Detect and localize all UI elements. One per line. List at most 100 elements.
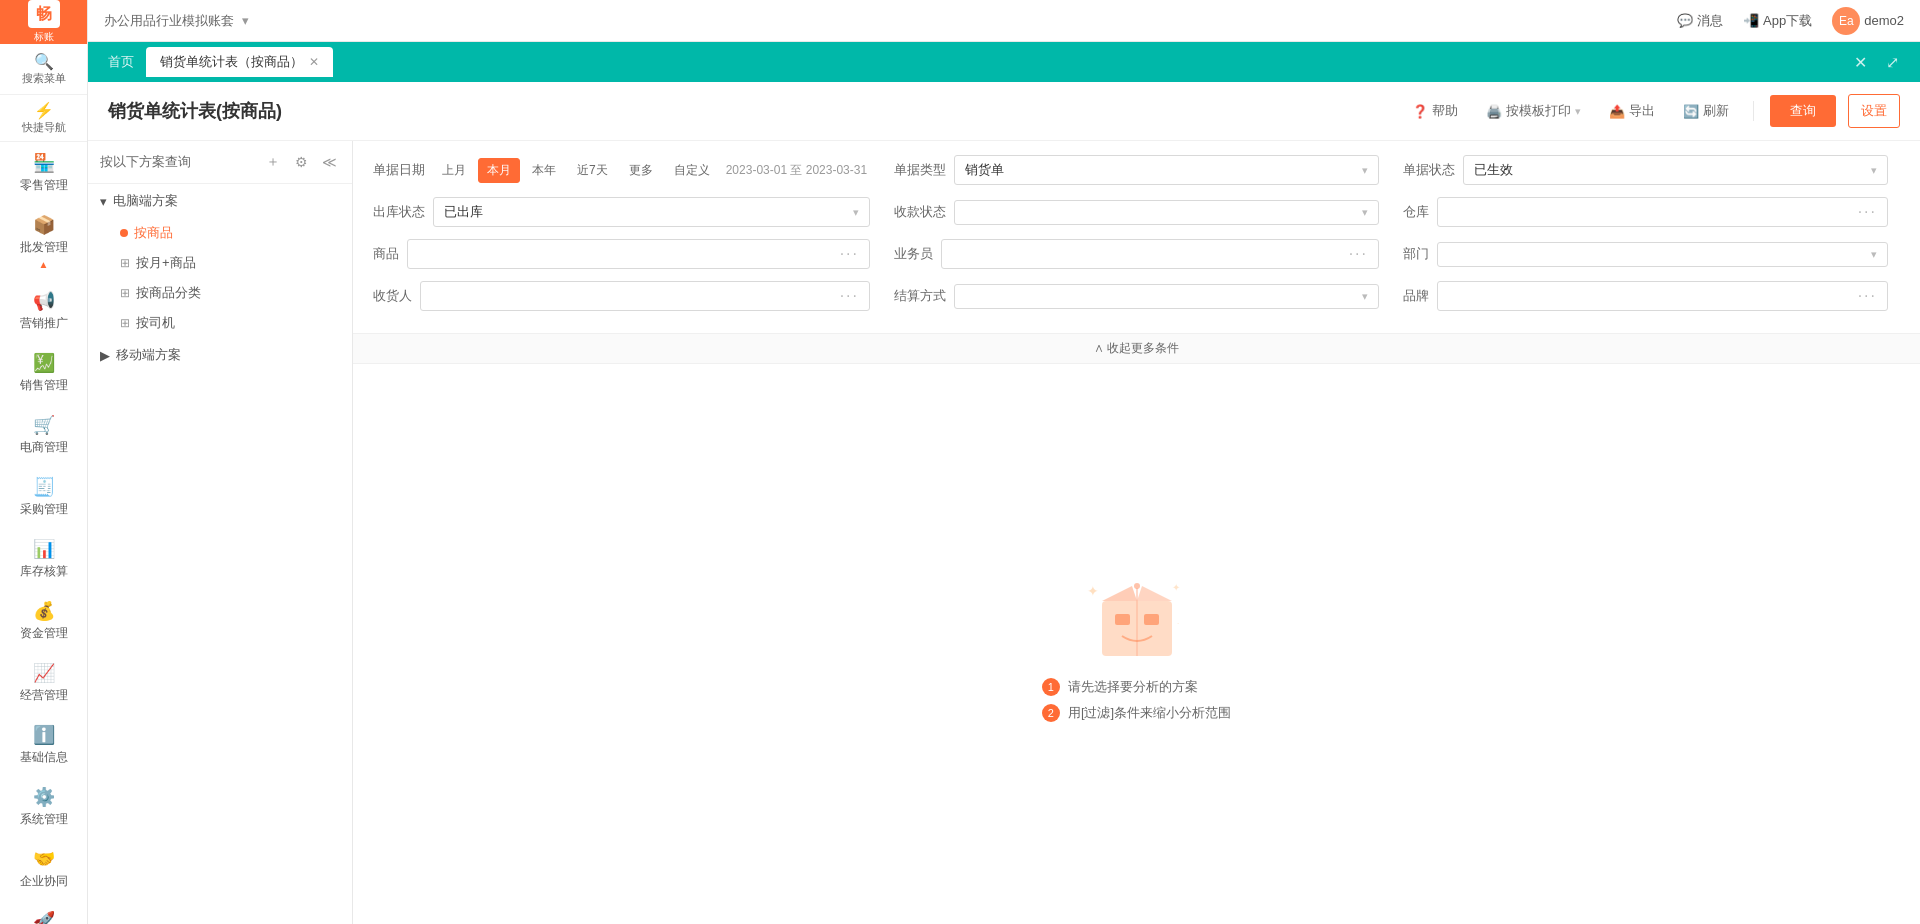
- inventory-icon: 📊: [33, 538, 55, 560]
- warehouse-label: 仓库: [1403, 203, 1429, 221]
- collapse-bar[interactable]: ∧ 收起更多条件: [353, 334, 1920, 364]
- svg-rect-3: [1144, 614, 1159, 625]
- sidebar-item-newbie[interactable]: 🚀 新手引导: [0, 900, 87, 924]
- doc-type-select[interactable]: 销货单 ▾: [954, 155, 1379, 185]
- tree-child-by-month-product[interactable]: ⊞ 按月+商品: [88, 248, 352, 278]
- add-scheme-btn[interactable]: ＋: [262, 151, 284, 173]
- sidebar-item-system[interactable]: ⚙️ 系统管理: [0, 776, 87, 838]
- sidebar-item-ecommerce[interactable]: 🛒 电商管理: [0, 404, 87, 466]
- product-input[interactable]: ···: [407, 239, 870, 269]
- app-download-btn[interactable]: 📲 App下载: [1743, 12, 1812, 30]
- page-title: 销货单统计表(按商品): [108, 99, 282, 135]
- date-pill-last7[interactable]: 近7天: [568, 158, 617, 183]
- date-pill-last-month[interactable]: 上月: [433, 158, 475, 183]
- marketing-icon: 📢: [33, 290, 55, 312]
- sidebar-item-basic[interactable]: ℹ️ 基础信息: [0, 714, 87, 776]
- receiver-input[interactable]: ···: [420, 281, 870, 311]
- sidebar-item-finance[interactable]: 💰 资金管理: [0, 590, 87, 652]
- svg-text:✦: ✦: [1172, 582, 1180, 593]
- quick-nav-label: 快捷导航: [0, 120, 87, 135]
- salesperson-input[interactable]: ···: [941, 239, 1379, 269]
- query-btn[interactable]: 查询: [1770, 95, 1836, 127]
- settings-scheme-btn[interactable]: ⚙: [290, 151, 312, 173]
- date-pill-this-month[interactable]: 本月: [478, 158, 520, 183]
- finance-icon: 💰: [33, 600, 55, 622]
- tree-child-by-cashier[interactable]: ⊞ 按司机: [88, 308, 352, 338]
- search-menu-item[interactable]: 🔍 搜索菜单: [0, 44, 87, 95]
- sidebar-item-wholesale[interactable]: 📦 批发管理 ▲: [0, 204, 87, 280]
- message-btn[interactable]: 💬 消息: [1677, 12, 1723, 30]
- help-btn[interactable]: ❓ 帮助: [1404, 98, 1466, 124]
- out-status-select[interactable]: 已出库 ▾: [433, 197, 870, 227]
- doc-type-label: 单据类型: [894, 161, 946, 179]
- filter-area: 单据日期 上月 本月 本年 近7天 更多 自定义 2023-03-01 至 20…: [353, 141, 1920, 334]
- sidebar-item-inventory[interactable]: 📊 库存核算: [0, 528, 87, 590]
- collapse-panel-btn[interactable]: ≪: [318, 151, 340, 173]
- tree-parent-mobile[interactable]: ▶ 移动端方案: [88, 338, 352, 372]
- ecommerce-icon: 🛒: [33, 414, 55, 436]
- by-cashier-label: 按司机: [136, 314, 175, 332]
- brand-input[interactable]: ···: [1437, 281, 1888, 311]
- sidebar-item-operations[interactable]: 📈 经营管理: [0, 652, 87, 714]
- app-logo[interactable]: 畅 标账: [0, 0, 88, 44]
- pay-status-select[interactable]: ▾: [954, 200, 1379, 225]
- panel-header-actions: ＋ ⚙ ≪: [262, 151, 340, 173]
- cashier-icon: ⊞: [120, 316, 130, 330]
- empty-illustration: ✦ ✦ ·: [1077, 566, 1197, 666]
- export-btn[interactable]: 📤 导出: [1601, 98, 1663, 124]
- department-select[interactable]: ▾: [1437, 242, 1888, 267]
- sidebar-item-marketing[interactable]: 📢 营销推广: [0, 280, 87, 342]
- date-pill-more[interactable]: 更多: [620, 158, 662, 183]
- operations-label: 经营管理: [20, 687, 68, 704]
- settings-btn[interactable]: 设置: [1848, 94, 1900, 128]
- tab-home[interactable]: 首页: [96, 47, 146, 77]
- pc-label: 电脑端方案: [113, 192, 178, 210]
- user-profile[interactable]: Ea demo2: [1832, 7, 1904, 35]
- tip-text-1: 请先选择要分析的方案: [1068, 678, 1198, 696]
- sidebar-item-purchase[interactable]: 🧾 采购管理: [0, 466, 87, 528]
- doc-status-select[interactable]: 已生效 ▾: [1463, 155, 1888, 185]
- sidebar-item-retail[interactable]: 🏪 零售管理: [0, 142, 87, 204]
- panel-header: 按以下方案查询 ＋ ⚙ ≪: [88, 141, 352, 184]
- date-pill-custom[interactable]: 自定义: [665, 158, 719, 183]
- tree-parent-pc[interactable]: ▾ 电脑端方案: [88, 184, 352, 218]
- export-label: 导出: [1629, 102, 1655, 120]
- out-status-chevron: ▾: [853, 206, 859, 219]
- logo-text: 标账: [34, 30, 54, 44]
- tab-sales-stat[interactable]: 销货单统计表（按商品） ✕: [146, 47, 333, 77]
- tab-close-btn[interactable]: ✕: [309, 55, 319, 69]
- topbar-right: 💬 消息 📲 App下载 Ea demo2: [1677, 7, 1904, 35]
- tab-expand-btn[interactable]: ⤢: [1880, 50, 1904, 74]
- warehouse-input[interactable]: ···: [1437, 197, 1888, 227]
- page-header: 销货单统计表(按商品) ❓ 帮助 🖨️ 按模板打印 ▾ 📤 导出: [88, 82, 1920, 141]
- month-product-icon: ⊞: [120, 256, 130, 270]
- app-download-icon: 📲: [1743, 13, 1759, 28]
- tree-child-by-category[interactable]: ⊞ 按商品分类: [88, 278, 352, 308]
- date-pill-this-year[interactable]: 本年: [523, 158, 565, 183]
- receiver-dots: ···: [840, 287, 859, 305]
- quick-nav-item[interactable]: ⚡ 快捷导航: [0, 95, 87, 142]
- sidebar-item-sales[interactable]: 💹 销售管理: [0, 342, 87, 404]
- pay-status-label: 收款状态: [894, 203, 946, 221]
- by-category-label: 按商品分类: [136, 284, 201, 302]
- sales-label: 销售管理: [20, 377, 68, 394]
- tab-close-all-btn[interactable]: ✕: [1848, 50, 1872, 74]
- topbar: 办公用品行业模拟账套 ▾ 💬 消息 📲 App下载 Ea demo2: [88, 0, 1920, 42]
- topbar-dropdown-icon[interactable]: ▾: [242, 13, 249, 28]
- sidebar-item-enterprise[interactable]: 🤝 企业协同: [0, 838, 87, 900]
- warehouse-group: 仓库 ···: [1391, 197, 1900, 227]
- basic-icon: ℹ️: [33, 724, 55, 746]
- settlement-select[interactable]: ▾: [954, 284, 1379, 309]
- print-label: 按模板打印: [1506, 102, 1571, 120]
- panel-header-title: 按以下方案查询: [100, 153, 191, 171]
- pc-expand-icon: ▾: [100, 194, 107, 209]
- svg-text:·: ·: [1177, 619, 1179, 628]
- tree-child-by-product[interactable]: 按商品: [88, 218, 352, 248]
- refresh-btn[interactable]: 🔄 刷新: [1675, 98, 1737, 124]
- product-group: 商品 ···: [373, 239, 882, 269]
- settlement-chevron: ▾: [1362, 290, 1368, 303]
- print-icon: 🖨️: [1486, 104, 1502, 119]
- template-print-btn[interactable]: 🖨️ 按模板打印 ▾: [1478, 98, 1589, 124]
- message-icon: 💬: [1677, 13, 1693, 28]
- content-area: 销货单统计表(按商品) ❓ 帮助 🖨️ 按模板打印 ▾ 📤 导出: [88, 82, 1920, 924]
